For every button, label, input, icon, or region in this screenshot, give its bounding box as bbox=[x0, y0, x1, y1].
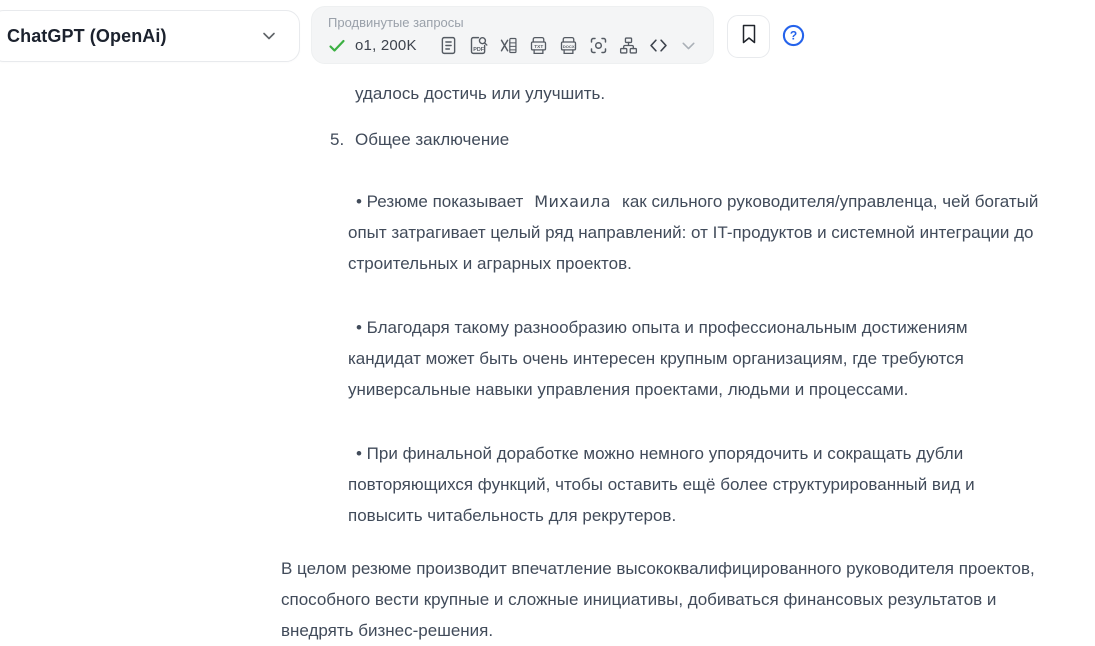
assistant-message: удалось достичь или улучшить. 5. Общее з… bbox=[281, 78, 1041, 646]
excel-icon[interactable] bbox=[498, 35, 519, 56]
model-selector-dropdown[interactable]: ChatGPT (OpenAi) bbox=[0, 10, 300, 62]
model-selector-label: ChatGPT (OpenAi) bbox=[7, 25, 167, 46]
export-icon-row: PDF TXT DOCX bbox=[438, 35, 699, 56]
top-bar: ChatGPT (OpenAi) Продвинутые запросы o1,… bbox=[0, 0, 1095, 70]
bookmark-icon bbox=[740, 24, 758, 49]
list-item-number: 5. bbox=[330, 130, 345, 149]
candidate-name: Михаила bbox=[534, 192, 612, 211]
svg-text:TXT: TXT bbox=[534, 44, 543, 50]
sitemap-icon[interactable] bbox=[618, 35, 639, 56]
bullet-paragraph: • При финальной доработке можно немного … bbox=[348, 444, 975, 525]
model-info-label: o1, 200K bbox=[355, 37, 417, 54]
feature-panel: Продвинутые запросы o1, 200K PDF TXT DOC… bbox=[311, 6, 714, 64]
svg-text:PDF: PDF bbox=[473, 47, 485, 53]
svg-text:DOCX: DOCX bbox=[563, 44, 575, 49]
check-icon bbox=[328, 37, 346, 55]
bullet-paragraph: • Благодаря такому разнообразию опыта и … bbox=[348, 318, 968, 399]
closing-paragraph: В целом резюме производит впечатление вы… bbox=[281, 559, 1035, 640]
help-button[interactable]: ? bbox=[782, 24, 805, 52]
feature-panel-title: Продвинутые запросы bbox=[328, 15, 464, 30]
bullet-paragraph: • Резюме показывает Михаила как сильного р… bbox=[281, 186, 1041, 279]
docx-file-icon[interactable]: DOCX bbox=[558, 35, 579, 56]
scan-icon[interactable] bbox=[588, 35, 609, 56]
svg-text:?: ? bbox=[790, 28, 797, 42]
list-item-4-continuation: удалось достичь или улучшить. bbox=[355, 84, 606, 103]
chevron-down-icon[interactable] bbox=[678, 35, 699, 56]
document-icon[interactable] bbox=[438, 35, 459, 56]
question-mark-icon: ? bbox=[782, 24, 805, 52]
list-item-5: 5. Общее заключение bbox=[281, 124, 1041, 155]
code-icon[interactable] bbox=[648, 35, 669, 56]
list-item-title: Общее заключение bbox=[355, 130, 510, 149]
bookmark-button[interactable] bbox=[727, 15, 770, 58]
pdf-search-icon[interactable]: PDF bbox=[468, 35, 489, 56]
bullet-text: • Резюме показывает bbox=[356, 192, 524, 211]
txt-file-icon[interactable]: TXT bbox=[528, 35, 549, 56]
chevron-down-icon bbox=[261, 28, 277, 44]
